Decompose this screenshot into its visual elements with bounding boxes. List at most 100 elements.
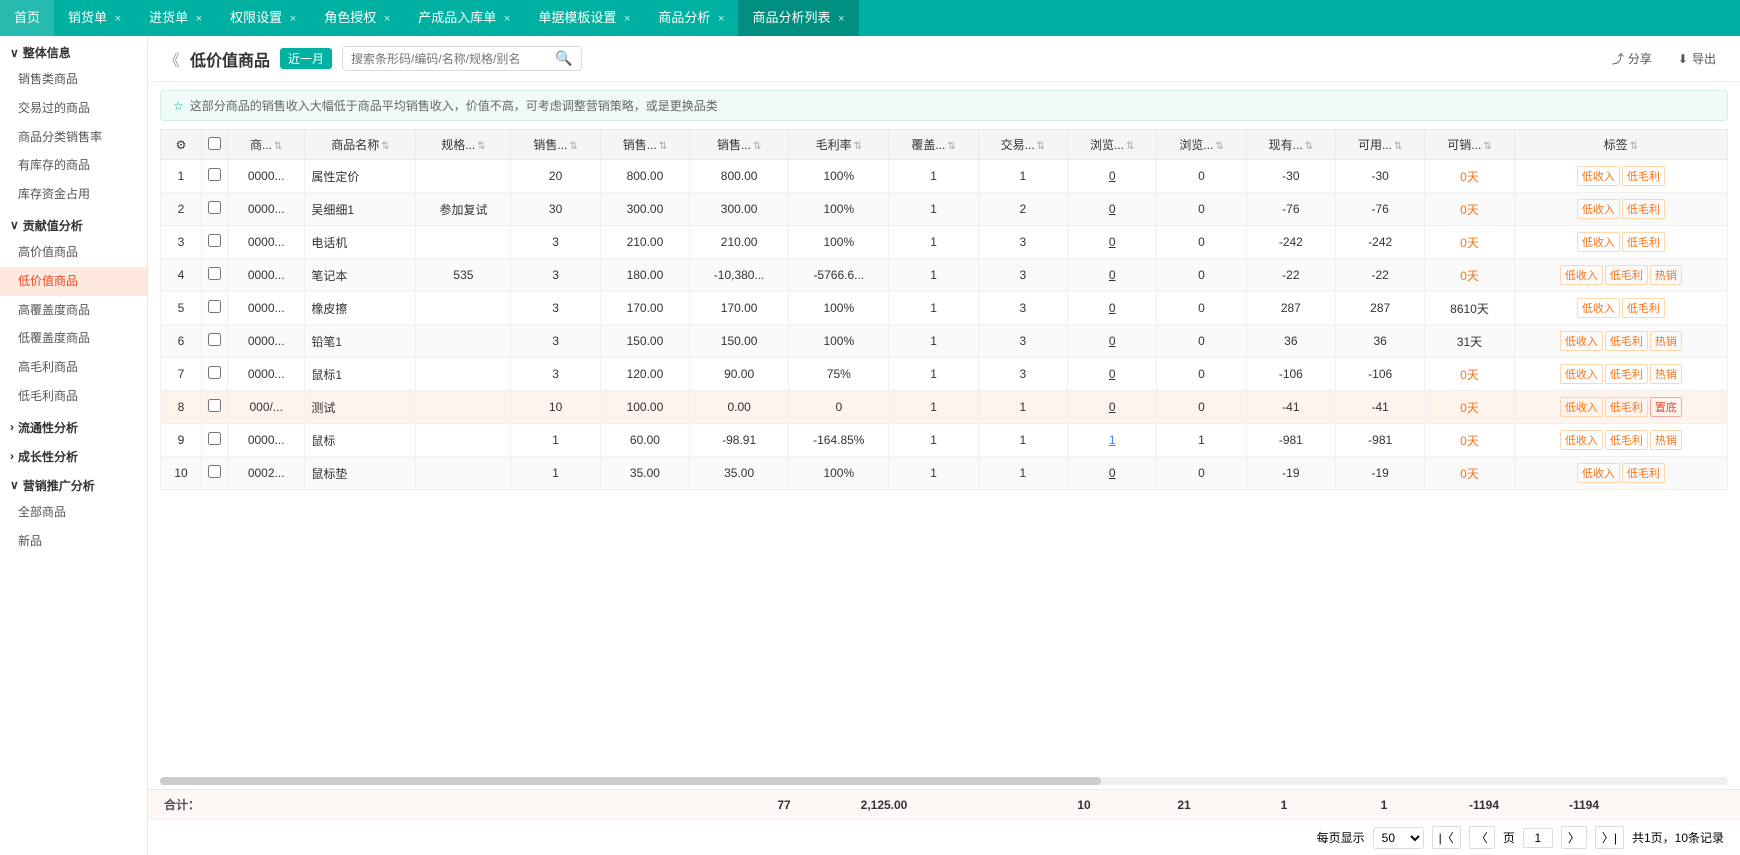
col-name[interactable]: 商品名称⇅: [305, 130, 416, 160]
nav-product-entry[interactable]: 产成品入库单 ×: [404, 0, 524, 36]
sidebar-item-category-rate[interactable]: 商品分类销售率: [0, 123, 147, 152]
row-checkbox-cell[interactable]: [202, 160, 228, 193]
sidebar-item-new-products[interactable]: 新品: [0, 527, 147, 556]
select-all-checkbox[interactable]: [208, 137, 221, 150]
nav-role-auth[interactable]: 角色授权 ×: [310, 0, 404, 36]
row-checkbox-cell[interactable]: [202, 226, 228, 259]
row-view1[interactable]: 0: [1068, 292, 1157, 325]
search-input[interactable]: [351, 52, 551, 66]
row-view1[interactable]: 0: [1068, 259, 1157, 292]
row-view1[interactable]: 0: [1068, 358, 1157, 391]
nav-close-product[interactable]: ×: [504, 13, 510, 25]
row-view1[interactable]: 0: [1068, 193, 1157, 226]
row-view1[interactable]: 0: [1068, 457, 1157, 490]
row-view1[interactable]: 0: [1068, 325, 1157, 358]
view-link[interactable]: 0: [1109, 235, 1116, 249]
row-view1[interactable]: 1: [1068, 424, 1157, 457]
scrollbar-thumb[interactable]: [160, 777, 1101, 785]
row-checkbox-cell[interactable]: [202, 457, 228, 490]
row-checkbox-cell[interactable]: [202, 193, 228, 226]
view-link[interactable]: 0: [1109, 367, 1116, 381]
nav-close-template[interactable]: ×: [624, 13, 630, 25]
search-icon[interactable]: 🔍: [555, 50, 572, 67]
sidebar-item-all-products[interactable]: 全部商品: [0, 498, 147, 527]
nav-close-sales[interactable]: ×: [115, 13, 121, 25]
row-checkbox[interactable]: [208, 201, 221, 214]
sidebar-group-marketing[interactable]: ∨ 营销推广分析: [0, 469, 147, 498]
row-view1[interactable]: 0: [1068, 160, 1157, 193]
row-checkbox[interactable]: [208, 333, 221, 346]
view-link[interactable]: 0: [1109, 400, 1116, 414]
sidebar-group-growth[interactable]: › 成长性分析: [0, 440, 147, 469]
horizontal-scrollbar[interactable]: [160, 777, 1728, 785]
nav-home[interactable]: 首页: [0, 0, 54, 36]
sidebar-item-low-value[interactable]: 低价值商品: [0, 267, 147, 296]
row-checkbox[interactable]: [208, 267, 221, 280]
nav-template[interactable]: 单据模板设置 ×: [524, 0, 644, 36]
col-checkbox[interactable]: [202, 130, 228, 160]
col-tags[interactable]: 标签⇅: [1514, 130, 1727, 160]
row-checkbox-cell[interactable]: [202, 424, 228, 457]
next-page-btn[interactable]: 〉: [1561, 826, 1587, 849]
nav-close-role[interactable]: ×: [384, 13, 390, 25]
row-checkbox[interactable]: [208, 234, 221, 247]
row-checkbox[interactable]: [208, 432, 221, 445]
nav-close-permission[interactable]: ×: [290, 13, 296, 25]
view-link[interactable]: 0: [1109, 334, 1116, 348]
last-page-btn[interactable]: 〉|: [1595, 826, 1624, 849]
row-checkbox-cell[interactable]: [202, 358, 228, 391]
col-view1[interactable]: 浏览...⇅: [1068, 130, 1157, 160]
view-link[interactable]: 0: [1109, 466, 1116, 480]
collapse-sidebar-btn[interactable]: 《: [164, 47, 180, 71]
view-link[interactable]: 0: [1109, 202, 1116, 216]
col-sales2[interactable]: 销售...⇅: [690, 130, 789, 160]
view-link[interactable]: 1: [1109, 433, 1116, 447]
row-checkbox[interactable]: [208, 465, 221, 478]
sidebar-item-traded-products[interactable]: 交易过的商品: [0, 94, 147, 123]
row-checkbox-cell[interactable]: [202, 325, 228, 358]
col-sales1[interactable]: 销售...⇅: [600, 130, 689, 160]
sidebar-item-stock-funds[interactable]: 库存资金占用: [0, 180, 147, 209]
row-view1[interactable]: 0: [1068, 391, 1157, 424]
nav-product-analysis-list[interactable]: 商品分析列表 ×: [738, 0, 858, 36]
col-days[interactable]: 可销...⇅: [1425, 130, 1514, 160]
col-code[interactable]: 商...⇅: [228, 130, 305, 160]
col-settings[interactable]: ⚙: [161, 130, 202, 160]
col-avail[interactable]: 可用...⇅: [1336, 130, 1425, 160]
filter-tag-recent-month[interactable]: 近一月: [280, 48, 332, 69]
col-qty[interactable]: 销售...⇅: [511, 130, 600, 160]
search-box[interactable]: 🔍: [342, 46, 582, 71]
row-checkbox-cell[interactable]: [202, 391, 228, 424]
table-wrap[interactable]: ⚙ 商...⇅ 商品名称⇅ 规格...⇅ 销售...⇅ 销售...⇅ 销售...…: [160, 129, 1728, 777]
row-checkbox-cell[interactable]: [202, 292, 228, 325]
page-size-select[interactable]: 50 100 200: [1373, 827, 1424, 849]
view-link[interactable]: 0: [1109, 169, 1116, 183]
sidebar-item-high-margin[interactable]: 高毛利商品: [0, 353, 147, 382]
nav-product-analysis[interactable]: 商品分析 ×: [644, 0, 738, 36]
col-spec[interactable]: 规格...⇅: [416, 130, 511, 160]
col-view2[interactable]: 浏览...⇅: [1157, 130, 1246, 160]
row-checkbox[interactable]: [208, 366, 221, 379]
share-button[interactable]: ⤴ 分享: [1604, 46, 1660, 71]
page-number-input[interactable]: [1523, 828, 1553, 848]
sidebar-item-low-margin[interactable]: 低毛利商品: [0, 382, 147, 411]
sidebar-item-high-coverage[interactable]: 高覆盖度商品: [0, 296, 147, 325]
col-stock[interactable]: 现有...⇅: [1246, 130, 1335, 160]
row-checkbox[interactable]: [208, 300, 221, 313]
first-page-btn[interactable]: |〈: [1432, 826, 1461, 849]
col-trade[interactable]: 交易...⇅: [978, 130, 1067, 160]
sidebar-group-contribution[interactable]: ∨ 贡献值分析: [0, 209, 147, 238]
export-button[interactable]: ⬇ 导出: [1670, 46, 1724, 71]
sidebar-item-high-value[interactable]: 高价值商品: [0, 238, 147, 267]
col-margin[interactable]: 毛利率⇅: [789, 130, 889, 160]
prev-page-btn[interactable]: 〈: [1469, 826, 1495, 849]
nav-close-analysis[interactable]: ×: [718, 13, 724, 25]
row-view1[interactable]: 0: [1068, 226, 1157, 259]
sidebar-item-sales-products[interactable]: 销售类商品: [0, 65, 147, 94]
nav-close-purchase[interactable]: ×: [196, 13, 202, 25]
row-checkbox[interactable]: [208, 168, 221, 181]
sidebar-item-low-coverage[interactable]: 低覆盖度商品: [0, 324, 147, 353]
view-link[interactable]: 0: [1109, 268, 1116, 282]
col-coverage[interactable]: 覆盖...⇅: [889, 130, 978, 160]
sidebar-group-overall[interactable]: ∨ 整体信息: [0, 36, 147, 65]
